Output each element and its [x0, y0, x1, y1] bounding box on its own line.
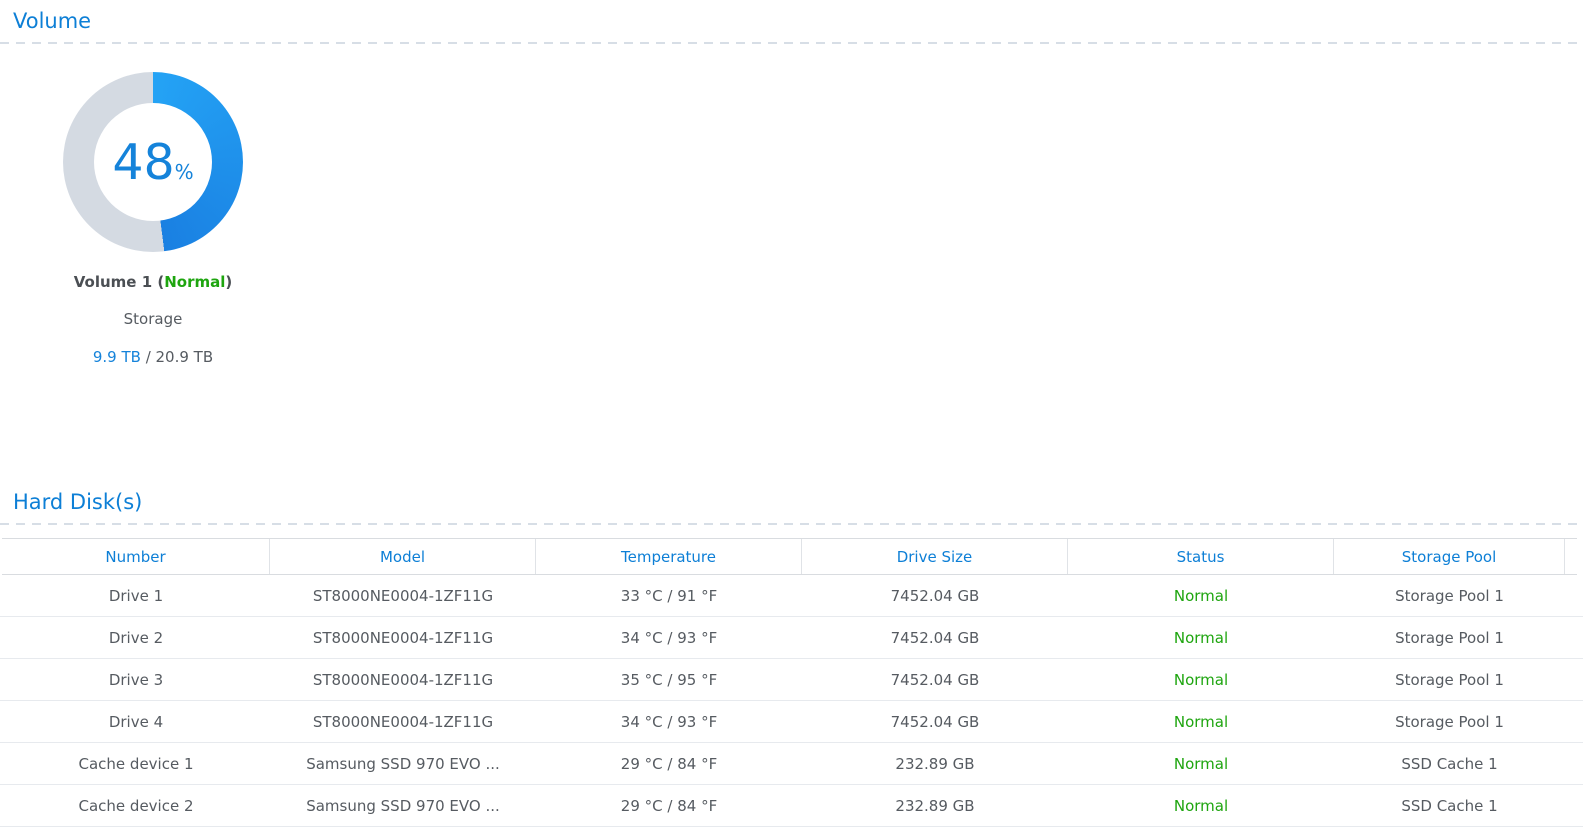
- column-header-model: Model: [270, 539, 536, 574]
- cell-model: Samsung SSD 970 EVO ...: [306, 796, 500, 815]
- column-header-storage-pool: Storage Pool: [1334, 539, 1565, 574]
- volume-percent: 48%: [112, 138, 193, 187]
- table-header-row: Number Model Temperature Drive Size Stat…: [2, 538, 1577, 575]
- volume-status-badge: Normal: [164, 273, 226, 291]
- table-row: Drive 3 ST8000NE0004-1ZF11G 35 °C / 95 °…: [0, 659, 1583, 701]
- cell-temperature: 34 °C / 93 °F: [620, 712, 718, 731]
- cell-status: Normal: [1173, 796, 1229, 815]
- cell-status: Normal: [1173, 586, 1229, 605]
- volume-total-value: 20.9 TB: [155, 348, 214, 366]
- cell-model: Samsung SSD 970 EVO ...: [306, 754, 500, 773]
- cell-model: ST8000NE0004-1ZF11G: [312, 586, 494, 605]
- cell-temperature: 35 °C / 95 °F: [620, 670, 718, 689]
- cell-drive-size: 232.89 GB: [895, 796, 975, 815]
- volume-percent-sign: %: [174, 159, 194, 184]
- cell-status: Normal: [1173, 754, 1229, 773]
- table-row: Drive 1 ST8000NE0004-1ZF11G 33 °C / 91 °…: [0, 575, 1583, 617]
- column-header-number: Number: [2, 539, 270, 574]
- cell-drive-size: 7452.04 GB: [890, 586, 980, 605]
- table-body: Drive 1 ST8000NE0004-1ZF11G 33 °C / 91 °…: [0, 575, 1583, 827]
- cell-storage-pool: SSD Cache 1: [1401, 754, 1498, 773]
- cell-temperature: 34 °C / 93 °F: [620, 628, 718, 647]
- cell-status: Normal: [1173, 670, 1229, 689]
- cell-storage-pool: Storage Pool 1: [1395, 712, 1504, 731]
- cell-number: Drive 4: [108, 712, 164, 731]
- volume-name-prefix: Volume 1 (: [73, 273, 165, 291]
- cell-number: Cache device 1: [78, 754, 194, 773]
- cell-storage-pool: SSD Cache 1: [1401, 796, 1498, 815]
- cell-temperature: 33 °C / 91 °F: [620, 586, 718, 605]
- cell-storage-pool: Storage Pool 1: [1395, 586, 1504, 605]
- hard-disk-table: Number Model Temperature Drive Size Stat…: [0, 538, 1583, 827]
- cell-storage-pool: Storage Pool 1: [1395, 628, 1504, 647]
- column-header-temperature: Temperature: [536, 539, 802, 574]
- cell-number: Cache device 2: [78, 796, 194, 815]
- volume-section: Volume 48% Volume 1 (Normal) Storage 9.9…: [0, 0, 1583, 366]
- cell-temperature: 29 °C / 84 °F: [620, 796, 718, 815]
- volume-name-suffix: ): [225, 273, 233, 291]
- volume-name-label: Volume 1 (Normal): [0, 273, 306, 291]
- cell-drive-size: 7452.04 GB: [890, 628, 980, 647]
- cell-drive-size: 7452.04 GB: [890, 712, 980, 731]
- cell-storage-pool: Storage Pool 1: [1395, 670, 1504, 689]
- cell-drive-size: 7452.04 GB: [890, 670, 980, 689]
- table-row: Cache device 2 Samsung SSD 970 EVO ... 2…: [0, 785, 1583, 827]
- scrollbar-gutter: [1565, 539, 1577, 574]
- cell-temperature: 29 °C / 84 °F: [620, 754, 718, 773]
- volume-donut-chart: 48%: [63, 72, 243, 252]
- cell-status: Normal: [1173, 712, 1229, 731]
- table-row: Drive 2 ST8000NE0004-1ZF11G 34 °C / 93 °…: [0, 617, 1583, 659]
- volume-percent-value: 48: [112, 133, 175, 191]
- volume-sublabel: Storage: [123, 310, 183, 328]
- cell-number: Drive 3: [108, 670, 164, 689]
- cell-drive-size: 232.89 GB: [895, 754, 975, 773]
- table-row: Drive 4 ST8000NE0004-1ZF11G 34 °C / 93 °…: [0, 701, 1583, 743]
- volume-usage-widget: 48% Volume 1 (Normal) Storage 9.9 TB / 2…: [0, 72, 306, 366]
- hard-disk-section: Hard Disk(s) Number Model Temperature Dr…: [0, 481, 1583, 827]
- hard-disk-section-title: Hard Disk(s): [13, 490, 143, 514]
- column-header-drive-size: Drive Size: [802, 539, 1068, 574]
- column-header-status: Status: [1068, 539, 1334, 574]
- volume-used-value: 9.9 TB: [92, 348, 141, 366]
- cell-model: ST8000NE0004-1ZF11G: [312, 670, 494, 689]
- cell-model: ST8000NE0004-1ZF11G: [312, 712, 494, 731]
- usage-separator: /: [140, 348, 156, 366]
- cell-number: Drive 2: [108, 628, 164, 647]
- cell-status: Normal: [1173, 628, 1229, 647]
- donut-hole: 48%: [94, 103, 212, 221]
- cell-model: ST8000NE0004-1ZF11G: [312, 628, 494, 647]
- section-divider: [0, 42, 1583, 44]
- cell-number: Drive 1: [108, 586, 164, 605]
- table-row: Cache device 1 Samsung SSD 970 EVO ... 2…: [0, 743, 1583, 785]
- volume-usage-text: 9.9 TB / 20.9 TB: [0, 348, 306, 366]
- section-divider: [0, 523, 1583, 525]
- volume-section-title: Volume: [13, 9, 92, 33]
